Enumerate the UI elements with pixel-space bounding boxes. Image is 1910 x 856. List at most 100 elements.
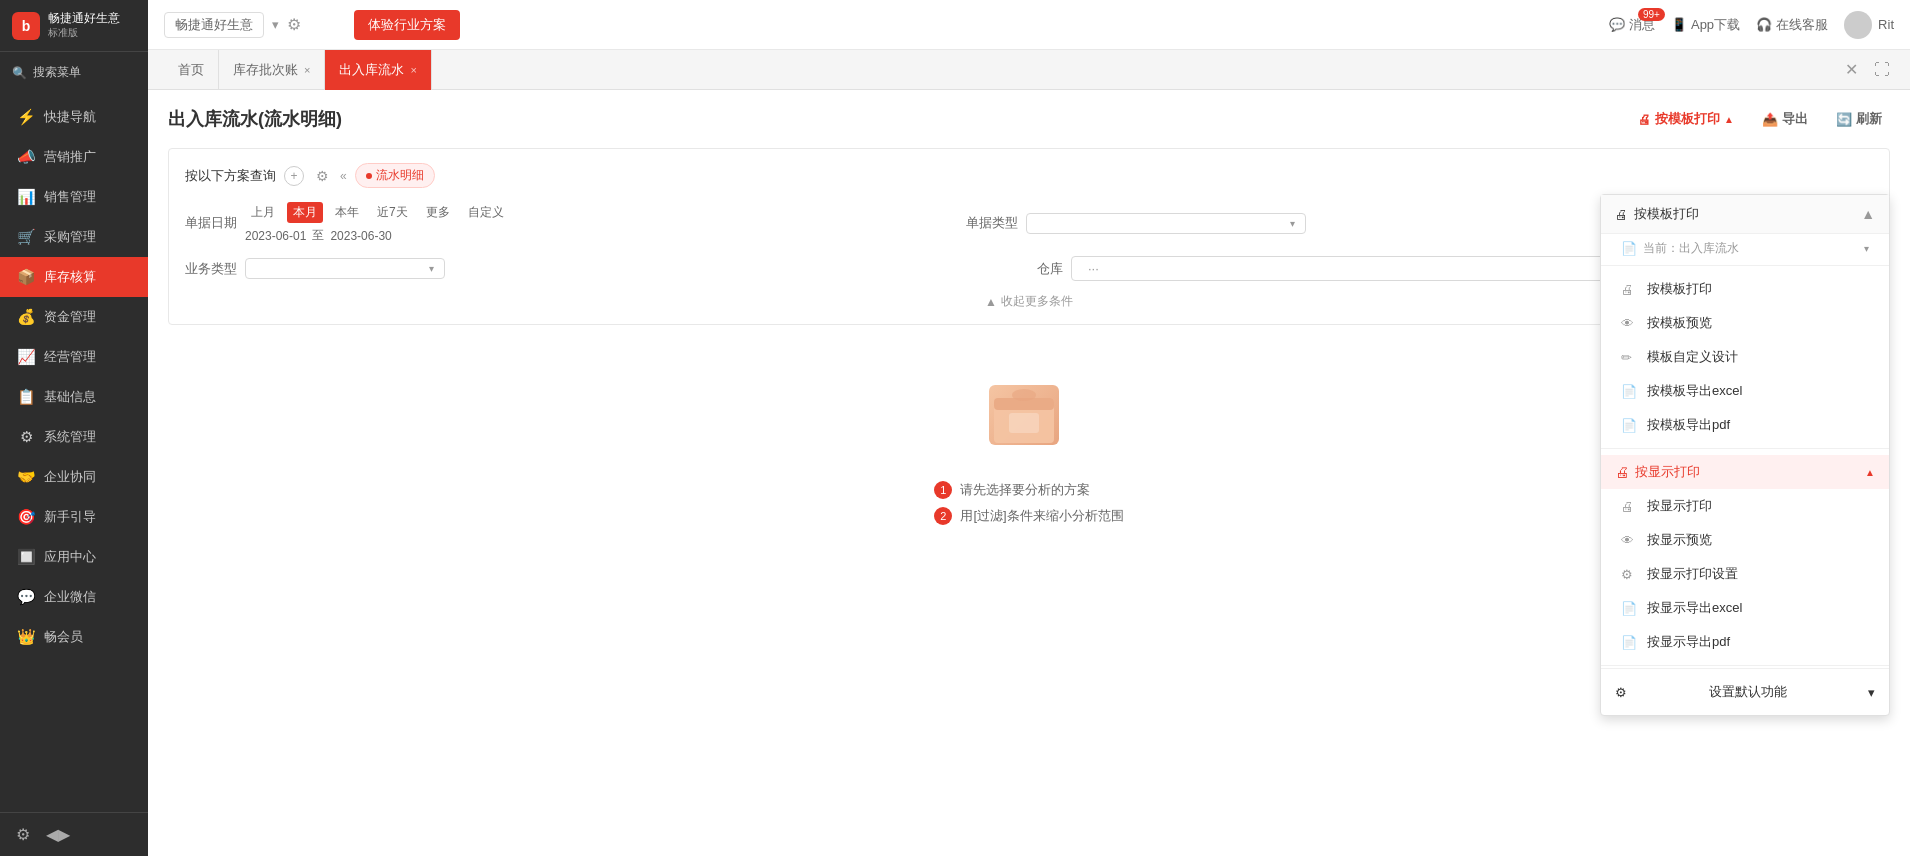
dropdown-template-print[interactable]: 🖨 按模板打印 xyxy=(1601,272,1889,306)
trial-button[interactable]: 体验行业方案 xyxy=(354,10,460,40)
sidebar-item-enterprise[interactable]: 🤝 企业协同 xyxy=(0,457,148,497)
step-2-text: 用[过滤]条件来缩小分析范围 xyxy=(960,507,1123,525)
phone-icon: 📱 xyxy=(1671,17,1687,32)
template-preview-label: 按模板预览 xyxy=(1647,314,1712,332)
date-opt-custom[interactable]: 自定义 xyxy=(462,202,510,223)
marketing-icon: 📣 xyxy=(16,147,36,167)
warehouse-more-icon[interactable]: ··· xyxy=(1088,261,1099,276)
sidebar-item-wechat[interactable]: 💬 企业微信 xyxy=(0,577,148,617)
sidebar-item-sales[interactable]: 📊 销售管理 xyxy=(0,177,148,217)
date-opt-last7[interactable]: 近7天 xyxy=(371,202,414,223)
refresh-button[interactable]: 🔄 刷新 xyxy=(1828,106,1890,132)
footer-arrow-icon: ▾ xyxy=(1868,685,1875,700)
refresh-label: 刷新 xyxy=(1856,110,1882,128)
dropdown-display-preview[interactable]: 👁 按显示预览 xyxy=(1601,523,1889,557)
sidebar-item-finance[interactable]: 💰 资金管理 xyxy=(0,297,148,337)
sidebar-item-basics[interactable]: 📋 基础信息 xyxy=(0,377,148,417)
date-filter-field: 单据日期 上月 本月 本年 近7天 更多 自定义 xyxy=(185,202,950,244)
sidebar-settings-icon[interactable]: ⚙ xyxy=(16,825,30,844)
dropdown-toggle-icon[interactable]: ▲ xyxy=(1861,206,1875,222)
sidebar-item-quick-nav[interactable]: ⚡ 快捷导航 xyxy=(0,97,148,137)
business-type-label: 业务类型 xyxy=(185,260,237,278)
dropdown-display-export-pdf[interactable]: 📄 按显示导出pdf xyxy=(1601,625,1889,659)
filter-header: 按以下方案查询 + ⚙ « 流水明细 xyxy=(185,163,1873,188)
user-menu[interactable]: Rit xyxy=(1844,11,1894,39)
date-range-display: 2023-06-01 至 2023-06-30 xyxy=(245,227,510,244)
filter-header-label: 按以下方案查询 xyxy=(185,167,276,185)
display-print-section-header[interactable]: 🖨 按显示打印 ▲ xyxy=(1601,455,1889,489)
notifications-button[interactable]: 💬 消息 99+ xyxy=(1609,16,1655,34)
brand-name: 畅捷通好生意 xyxy=(48,11,120,27)
display-settings-icon: ⚙ xyxy=(1621,567,1637,582)
sidebar-item-label: 基础信息 xyxy=(44,388,96,406)
dropdown-template-export-pdf[interactable]: 📄 按模板导出pdf xyxy=(1601,408,1889,442)
tab-bar-actions: ✕ ⛶ xyxy=(1841,56,1894,83)
set-default-function-button[interactable]: ⚙ 设置默认功能 ▾ xyxy=(1615,677,1875,707)
step-2-number: 2 xyxy=(934,507,952,525)
tab-expand-button[interactable]: ⛶ xyxy=(1870,57,1894,83)
dropdown-display-print-settings[interactable]: ⚙ 按显示打印设置 xyxy=(1601,557,1889,591)
finance-icon: 💰 xyxy=(16,307,36,327)
template-print-section: 🖨 按模板打印 👁 按模板预览 ✏ 模板自定义设计 📄 按模板导出excel xyxy=(1601,268,1889,446)
dropdown-template-custom[interactable]: ✏ 模板自定义设计 xyxy=(1601,340,1889,374)
online-service-button[interactable]: 🎧 在线客服 xyxy=(1756,16,1828,34)
brand-sub: 标准版 xyxy=(48,26,120,40)
app-download-button[interactable]: 📱 App下载 xyxy=(1671,16,1740,34)
search-menu-button[interactable]: 🔍 搜索菜单 xyxy=(12,60,136,85)
header-brand-name: 畅捷通好生意 xyxy=(164,12,264,38)
business-type-select[interactable]: ▾ xyxy=(245,258,445,279)
tab-batch-account[interactable]: 库存批次账 × xyxy=(219,50,325,90)
sidebar-item-marketing[interactable]: 📣 营销推广 xyxy=(0,137,148,177)
date-opt-more[interactable]: 更多 xyxy=(420,202,456,223)
tab-inout-flow[interactable]: 出入库流水 × xyxy=(325,50,431,90)
date-range-end: 2023-06-30 xyxy=(330,229,391,243)
sidebar-item-newbie[interactable]: 🎯 新手引导 xyxy=(0,497,148,537)
sidebar-item-label: 企业微信 xyxy=(44,588,96,606)
display-export-pdf-label: 按显示导出pdf xyxy=(1647,633,1730,651)
dropdown-display-print[interactable]: 🖨 按显示打印 xyxy=(1601,489,1889,523)
username: Rit xyxy=(1878,17,1894,32)
collapse-more-button[interactable]: ▲ 收起更多条件 xyxy=(985,293,1073,310)
filter-collapse-button[interactable]: « xyxy=(340,169,347,183)
current-arrow-icon[interactable]: ▾ xyxy=(1864,243,1869,254)
sidebar-item-apps[interactable]: 🔲 应用中心 xyxy=(0,537,148,577)
template-print-button[interactable]: 🖨 按模板打印 ▲ xyxy=(1630,106,1742,132)
sidebar-item-system[interactable]: ⚙ 系统管理 xyxy=(0,417,148,457)
basics-icon: 📋 xyxy=(16,387,36,407)
doc-type-label: 单据类型 xyxy=(966,214,1018,232)
filter-add-button[interactable]: + xyxy=(284,166,304,186)
brand-dropdown-icon[interactable]: ▾ xyxy=(272,17,279,32)
tab-inout-flow-close[interactable]: × xyxy=(410,64,416,76)
dropdown-title-text: 按模板打印 xyxy=(1634,205,1699,223)
dropdown-template-preview[interactable]: 👁 按模板预览 xyxy=(1601,306,1889,340)
empty-step-1: 1 请先选择要分析的方案 xyxy=(934,481,1123,499)
header-settings-icon[interactable]: ⚙ xyxy=(287,15,301,34)
filter-active-tag[interactable]: 流水明细 xyxy=(355,163,435,188)
step-1-text: 请先选择要分析的方案 xyxy=(960,481,1090,499)
quick-nav-icon: ⚡ xyxy=(16,107,36,127)
empty-step-2: 2 用[过滤]条件来缩小分析范围 xyxy=(934,507,1123,525)
sidebar-collapse-icon[interactable]: ◀▶ xyxy=(46,825,70,844)
sidebar-search-area[interactable]: 🔍 搜索菜单 xyxy=(0,52,148,93)
current-label: 当前：出入库流水 xyxy=(1643,240,1739,257)
dropdown-display-export-excel[interactable]: 📄 按显示导出excel xyxy=(1601,591,1889,625)
display-print-label: 按显示打印 xyxy=(1647,497,1712,515)
business-type-field: 业务类型 ▾ xyxy=(185,258,1021,279)
tab-close-all-button[interactable]: ✕ xyxy=(1841,56,1862,83)
tab-batch-account-close[interactable]: × xyxy=(304,64,310,76)
sidebar-item-purchase[interactable]: 🛒 采购管理 xyxy=(0,217,148,257)
date-opt-prev-month[interactable]: 上月 xyxy=(245,202,281,223)
date-opt-current-month[interactable]: 本月 xyxy=(287,202,323,223)
sidebar-item-inventory[interactable]: 📦 库存核算 xyxy=(0,257,148,297)
sidebar-item-operations[interactable]: 📈 经营管理 xyxy=(0,337,148,377)
export-button[interactable]: 📤 导出 xyxy=(1754,106,1816,132)
filter-settings-button[interactable]: ⚙ xyxy=(312,166,332,186)
page-content: 出入库流水(流水明细) 🖨 按模板打印 ▲ 📤 导出 🔄 xyxy=(148,90,1910,856)
empty-box-illustration xyxy=(989,385,1059,445)
sidebar-item-membership[interactable]: 👑 畅会员 xyxy=(0,617,148,657)
doc-type-select[interactable]: ▾ xyxy=(1026,213,1306,234)
dropdown-template-export-excel[interactable]: 📄 按模板导出excel xyxy=(1601,374,1889,408)
date-opt-current-year[interactable]: 本年 xyxy=(329,202,365,223)
tab-home[interactable]: 首页 xyxy=(164,50,219,90)
filter-tag-label: 流水明细 xyxy=(376,167,424,184)
